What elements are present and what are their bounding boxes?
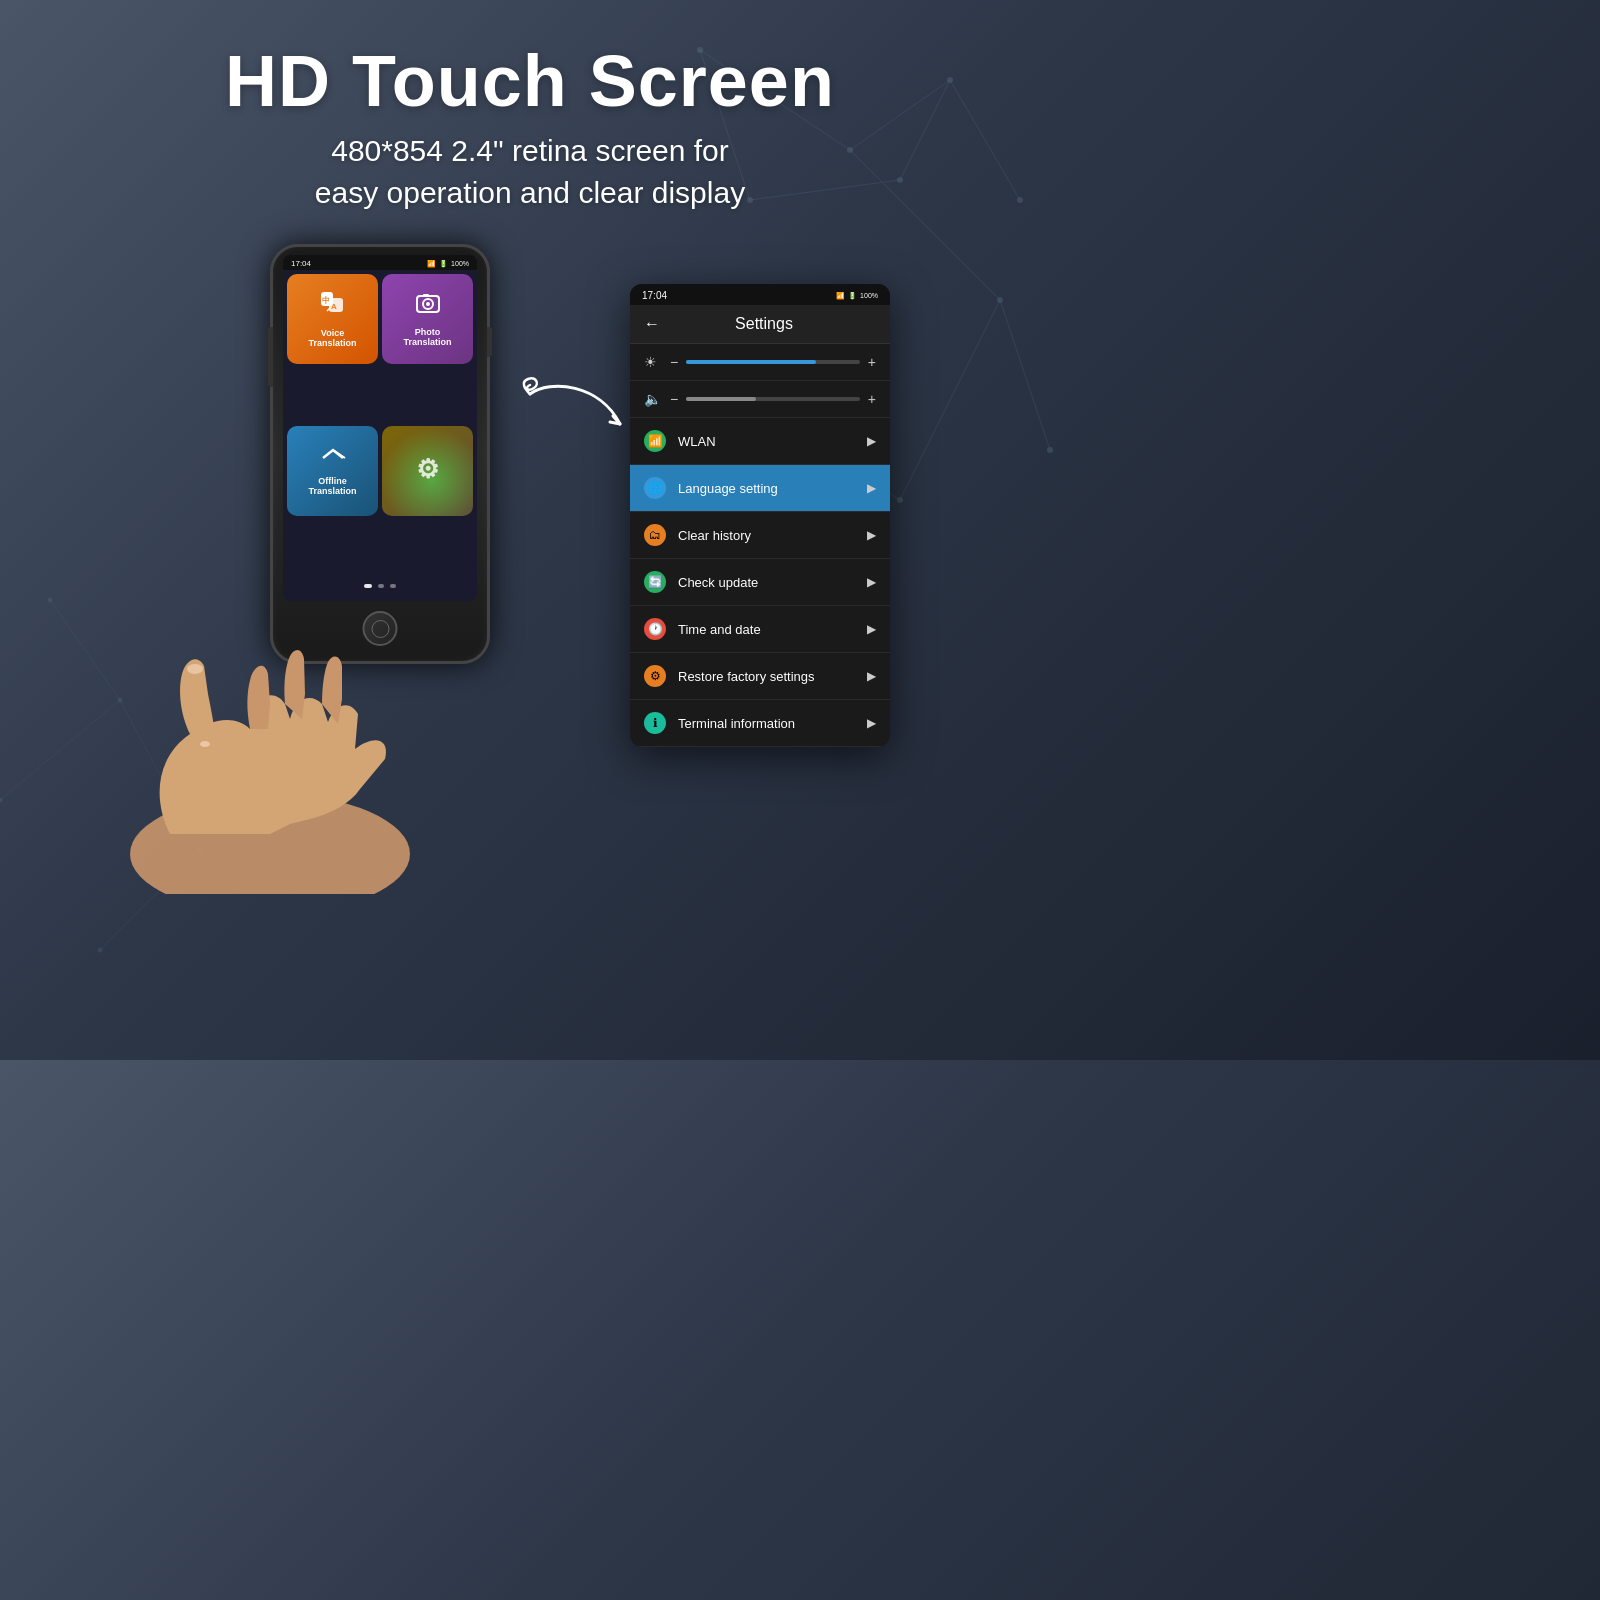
brightness-fill: [686, 360, 816, 364]
terminal-label: Terminal information: [678, 716, 867, 731]
menu-item-terminal[interactable]: ℹ Terminal information ▶: [630, 700, 890, 747]
time-icon: 🕐: [644, 618, 666, 640]
status-icons: 📶 🔋 100%: [427, 260, 469, 268]
update-chevron: ▶: [867, 575, 876, 589]
menu-item-factory[interactable]: ⚙ Restore factory settings ▶: [630, 653, 890, 700]
svg-point-39: [200, 741, 210, 747]
menu-item-update[interactable]: 🔄 Check update ▶: [630, 559, 890, 606]
app-tile-offline[interactable]: OfflineTranslation: [287, 426, 378, 516]
brightness-track[interactable]: [686, 360, 860, 364]
app-grid: 中 A VoiceTranslation: [283, 270, 477, 578]
settings-title: Settings: [672, 315, 856, 333]
svg-text:中: 中: [322, 296, 330, 305]
battery-percent: 100%: [451, 260, 469, 267]
offline-icon: [319, 446, 347, 472]
factory-icon: ⚙: [644, 665, 666, 687]
volume-minus[interactable]: −: [670, 391, 678, 407]
history-icon: 🗂: [644, 524, 666, 546]
back-button[interactable]: ←: [644, 315, 660, 333]
language-icon: 🌐: [644, 477, 666, 499]
volume-fill: [686, 397, 755, 401]
settings-time: 17:04: [642, 290, 667, 301]
menu-item-language[interactable]: 🌐 Language setting ▶: [630, 465, 890, 512]
volume-track[interactable]: [686, 397, 860, 401]
svg-text:A: A: [331, 302, 337, 311]
voice-translation-label: VoiceTranslation: [308, 328, 356, 348]
battery-icon: 🔋: [439, 260, 448, 268]
voice-icon: 中 A: [319, 290, 347, 324]
settings-wifi-icon: 📶: [836, 292, 845, 300]
volume-row: 🔈 − +: [630, 381, 890, 418]
history-label: Clear history: [678, 528, 867, 543]
time-label: Time and date: [678, 622, 867, 637]
svg-point-27: [98, 948, 103, 953]
wlan-label: WLAN: [678, 434, 867, 449]
side-button-right: [487, 327, 492, 357]
settings-battery-icon: 🔋: [848, 292, 857, 300]
hand-image: [90, 574, 470, 894]
factory-label: Restore factory settings: [678, 669, 867, 684]
language-label: Language setting: [678, 481, 867, 496]
content-area: 17:04 📶 🔋 100% 中: [0, 244, 1060, 894]
device-container: 17:04 📶 🔋 100% 中: [170, 244, 590, 894]
side-button-left: [268, 327, 273, 387]
wlan-icon: 📶: [644, 430, 666, 452]
app-tile-settings[interactable]: ⚙: [382, 426, 473, 516]
app-tile-photo[interactable]: PhotoTranslation: [382, 274, 473, 364]
device-screen: 17:04 📶 🔋 100% 中: [283, 255, 477, 601]
settings-panel: 17:04 📶 🔋 100% ← Settings ☀ − + 🔈 −: [630, 284, 890, 747]
volume-icon: 🔈: [644, 391, 662, 407]
svg-point-35: [426, 302, 430, 306]
device-status-bar: 17:04 📶 🔋 100%: [283, 255, 477, 270]
svg-point-38: [187, 664, 203, 674]
screen-content: 中 A VoiceTranslation: [283, 270, 477, 594]
page-title: HD Touch Screen: [0, 40, 1060, 122]
device-time: 17:04: [291, 259, 311, 268]
terminal-icon: ℹ: [644, 712, 666, 734]
factory-chevron: ▶: [867, 669, 876, 683]
update-icon: 🔄: [644, 571, 666, 593]
settings-status-bar: 17:04 📶 🔋 100%: [630, 284, 890, 305]
menu-item-history[interactable]: 🗂 Clear history ▶: [630, 512, 890, 559]
brightness-row: ☀ − +: [630, 344, 890, 381]
subtitle: 480*854 2.4" retina screen for easy oper…: [0, 130, 1060, 214]
brightness-minus[interactable]: −: [670, 354, 678, 370]
update-label: Check update: [678, 575, 867, 590]
settings-battery-percent: 100%: [860, 292, 878, 299]
svg-rect-36: [423, 294, 429, 297]
menu-item-wlan[interactable]: 📶 WLAN ▶: [630, 418, 890, 465]
app-tile-voice[interactable]: 中 A VoiceTranslation: [287, 274, 378, 364]
wifi-icon: 📶: [427, 260, 436, 268]
header-section: HD Touch Screen 480*854 2.4" retina scre…: [0, 0, 1060, 214]
settings-icon: ⚙: [416, 454, 439, 485]
settings-status-icons: 📶 🔋 100%: [836, 292, 878, 300]
brightness-plus[interactable]: +: [868, 354, 876, 370]
volume-plus[interactable]: +: [868, 391, 876, 407]
language-chevron: ▶: [867, 481, 876, 495]
brightness-icon: ☀: [644, 354, 662, 370]
wlan-chevron: ▶: [867, 434, 876, 448]
arrow-annotation: [520, 374, 640, 454]
photo-icon: [415, 291, 441, 323]
history-chevron: ▶: [867, 528, 876, 542]
time-chevron: ▶: [867, 622, 876, 636]
terminal-chevron: ▶: [867, 716, 876, 730]
offline-translation-label: OfflineTranslation: [308, 476, 356, 496]
settings-header: ← Settings: [630, 305, 890, 344]
photo-translation-label: PhotoTranslation: [403, 327, 451, 347]
menu-item-time[interactable]: 🕐 Time and date ▶: [630, 606, 890, 653]
